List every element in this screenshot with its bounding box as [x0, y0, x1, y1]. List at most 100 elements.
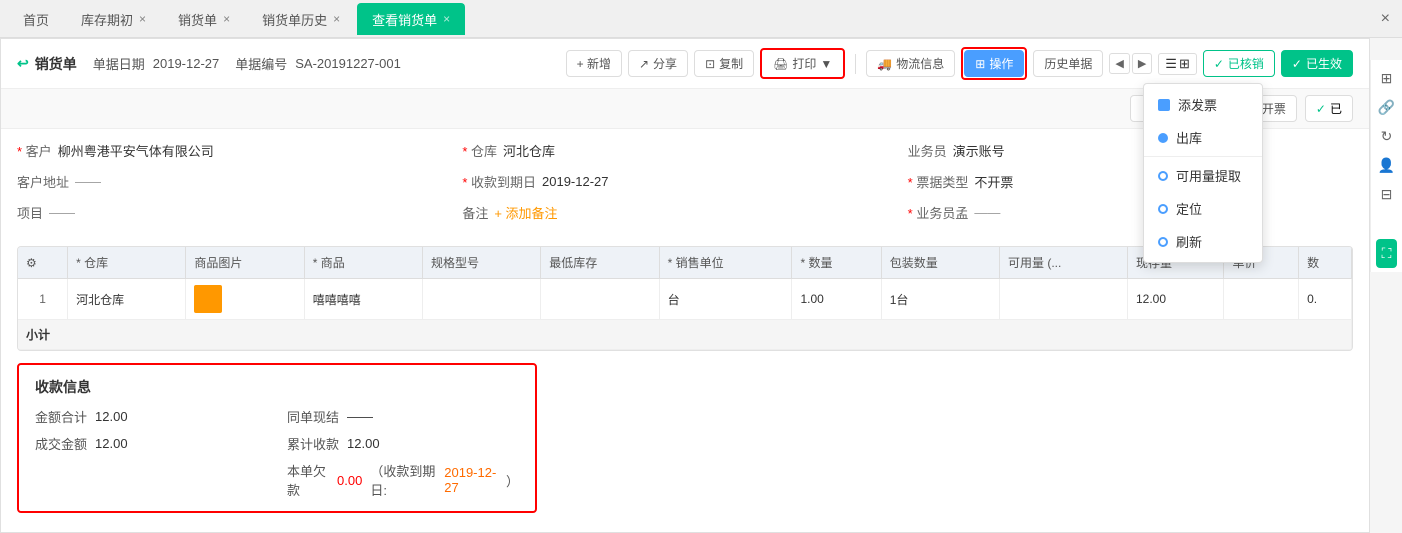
effective-button[interactable]: ✓ 已生效 [1281, 50, 1353, 77]
add-remark-button[interactable]: + 添加备注 [494, 203, 557, 222]
cell-min-stock [541, 279, 659, 320]
quantity-extract-icon [1158, 171, 1168, 181]
customer-label: 客户 [17, 141, 52, 160]
tab-sales[interactable]: 销货单 × [163, 3, 245, 35]
tab-view-sales-close[interactable]: × [443, 12, 450, 26]
due-date-label: 收款到期日 [462, 172, 536, 191]
doc-type-label: 销货单 [35, 54, 77, 74]
product-image-thumbnail [194, 285, 222, 313]
payment-info-box: 收款信息 金额合计 12.00 成交金额 12.00 同单现结 —— [17, 363, 537, 513]
cell-sales-unit: 台 [659, 279, 792, 320]
cumulative-row: 累计收款 12.00 [287, 434, 519, 453]
cumulative-value: 12.00 [347, 436, 380, 451]
tab-home[interactable]: 首页 [8, 3, 64, 35]
remark-label: 备注 [462, 203, 488, 222]
right-sidebar: ⊞ 🔗 ↻ 👤 ⊟ ⛶ [1370, 60, 1402, 272]
cell-quantity: 1.00 [792, 279, 881, 320]
check-button[interactable]: ✓ 已 [1305, 95, 1353, 122]
th-product-image: 商品图片 [186, 247, 304, 279]
tab-view-sales-label: 查看销货单 [372, 10, 437, 29]
payment-title: 收款信息 [35, 377, 519, 397]
sold-button[interactable]: ✓ 已核销 [1203, 50, 1275, 77]
print-dropdown-arrow: ▼ [820, 57, 832, 71]
print-icon: 🖨 [773, 57, 788, 71]
logistics-icon: 🚚 [877, 57, 892, 71]
menu-locate[interactable]: 定位 [1144, 192, 1262, 225]
effective-check-icon: ✓ [1292, 57, 1302, 71]
warehouse-field: 仓库 河北仓库 [462, 141, 907, 160]
employee-value: 演示账号 [953, 141, 1005, 160]
cell-available [1000, 279, 1128, 320]
sidebar-person-icon[interactable]: 👤 [1372, 151, 1401, 180]
due-date-value: 2019-12-27 [542, 174, 609, 189]
th-product: * 商品 [304, 247, 422, 279]
cell-seq: 1 [18, 279, 68, 320]
print-button[interactable]: 🖨 打印 ▼ [763, 51, 842, 76]
tab-view-sales[interactable]: 查看销货单 × [357, 3, 465, 35]
same-order-row: 同单现结 —— [287, 407, 519, 426]
sidebar-table-icon[interactable]: ⊟ [1375, 180, 1399, 209]
grid-view-icon: ⊞ [1179, 56, 1190, 72]
address-label: 客户地址 [17, 172, 69, 191]
ticket-value: 不开票 [974, 172, 1013, 191]
logistics-button[interactable]: 🚚 物流信息 [866, 50, 955, 77]
this-order-label: 本单欠款 [287, 461, 329, 499]
ticket-label: 票据类型 [908, 172, 969, 191]
same-order-value: —— [347, 409, 373, 424]
due-date-note: 2019-12-27 [444, 465, 498, 495]
tab-inventory-close[interactable]: × [139, 12, 146, 26]
doc-meta: 单据日期 2019-12-27 单据编号 SA-20191227-001 [93, 54, 401, 73]
operation-button[interactable]: ⊞ 操作 [964, 50, 1024, 77]
share-button[interactable]: ↗ 分享 [628, 50, 688, 77]
subtotal-label: 小计 [18, 320, 1352, 350]
tab-sales-history-close[interactable]: × [333, 12, 340, 26]
tab-sales-close[interactable]: × [223, 12, 230, 26]
sidebar-grid-icon[interactable]: ⊞ [1375, 64, 1399, 93]
tab-sales-history[interactable]: 销货单历史 × [247, 3, 355, 35]
next-button[interactable]: ▶ [1132, 53, 1152, 74]
refresh-icon [1158, 237, 1168, 247]
customer-value: 柳州粤港平安气体有限公司 [58, 141, 214, 160]
this-order-value: 0.00 [337, 473, 362, 488]
th-warehouse: * 仓库 [68, 247, 186, 279]
operation-dropdown: 添发票 出库 可用量提取 定位 [1143, 83, 1263, 263]
th-quantity: * 数量 [792, 247, 881, 279]
project-value: —— [49, 205, 75, 220]
locate-icon [1158, 204, 1168, 214]
prev-button[interactable]: ◀ [1109, 53, 1129, 74]
copy-button[interactable]: ⊡ 复制 [694, 50, 754, 77]
cumulative-label: 累计收款 [287, 434, 339, 453]
th-min-stock: 最低库存 [541, 247, 659, 279]
sidebar-link-icon[interactable]: 🔗 [1372, 93, 1401, 122]
window-close-button[interactable]: × [1377, 6, 1394, 32]
same-order-label: 同单现结 [287, 407, 339, 426]
menu-refresh[interactable]: 刷新 [1144, 225, 1262, 258]
menu-outbound[interactable]: 出库 [1144, 121, 1262, 154]
tab-bar: 首页 库存期初 × 销货单 × 销货单历史 × 查看销货单 × × [0, 0, 1402, 38]
new-button[interactable]: + 新增 [566, 50, 622, 77]
address-value: —— [75, 174, 101, 189]
cell-product-image [186, 279, 304, 320]
customer-field: 客户 柳州粤港平安气体有限公司 [17, 141, 462, 160]
sidebar-refresh-icon[interactable]: ↻ [1375, 122, 1399, 151]
due-date-field: 收款到期日 2019-12-27 [462, 172, 907, 191]
history-button[interactable]: 历史单据 [1033, 50, 1103, 77]
salesperson-field: 业务员孟 —— [908, 203, 1353, 222]
menu-add-invoice[interactable]: 添发票 [1144, 88, 1262, 121]
toolbar-right: + 新增 ↗ 分享 ⊡ 复制 🖨 打印 ▼ [566, 47, 1353, 80]
employee-label: 业务员 [908, 141, 947, 160]
cell-pack-qty: 1台 [881, 279, 999, 320]
menu-quantity-extract[interactable]: 可用量提取 [1144, 159, 1262, 192]
project-field: 项目 —— [17, 203, 462, 222]
total-amount-row: 金额合计 12.00 [35, 407, 267, 426]
document-header: ↩ 销货单 单据日期 2019-12-27 单据编号 SA-20191227-0… [1, 39, 1369, 89]
tab-sales-history-label: 销货单历史 [262, 10, 327, 29]
sidebar-expand-icon[interactable]: ⛶ [1376, 239, 1398, 268]
cell-spec [423, 279, 541, 320]
list-view-button[interactable]: ☰ ⊞ [1158, 53, 1197, 75]
payment-grid: 金额合计 12.00 成交金额 12.00 同单现结 —— 累计收款 [35, 407, 519, 499]
tab-inventory[interactable]: 库存期初 × [66, 3, 161, 35]
total-amount-value: 12.00 [95, 409, 128, 424]
nav-arrows: ◀ ▶ [1109, 53, 1152, 74]
payment-col-right: 同单现结 —— 累计收款 12.00 本单欠款 0.00 （收款到期日: 201… [287, 407, 519, 499]
